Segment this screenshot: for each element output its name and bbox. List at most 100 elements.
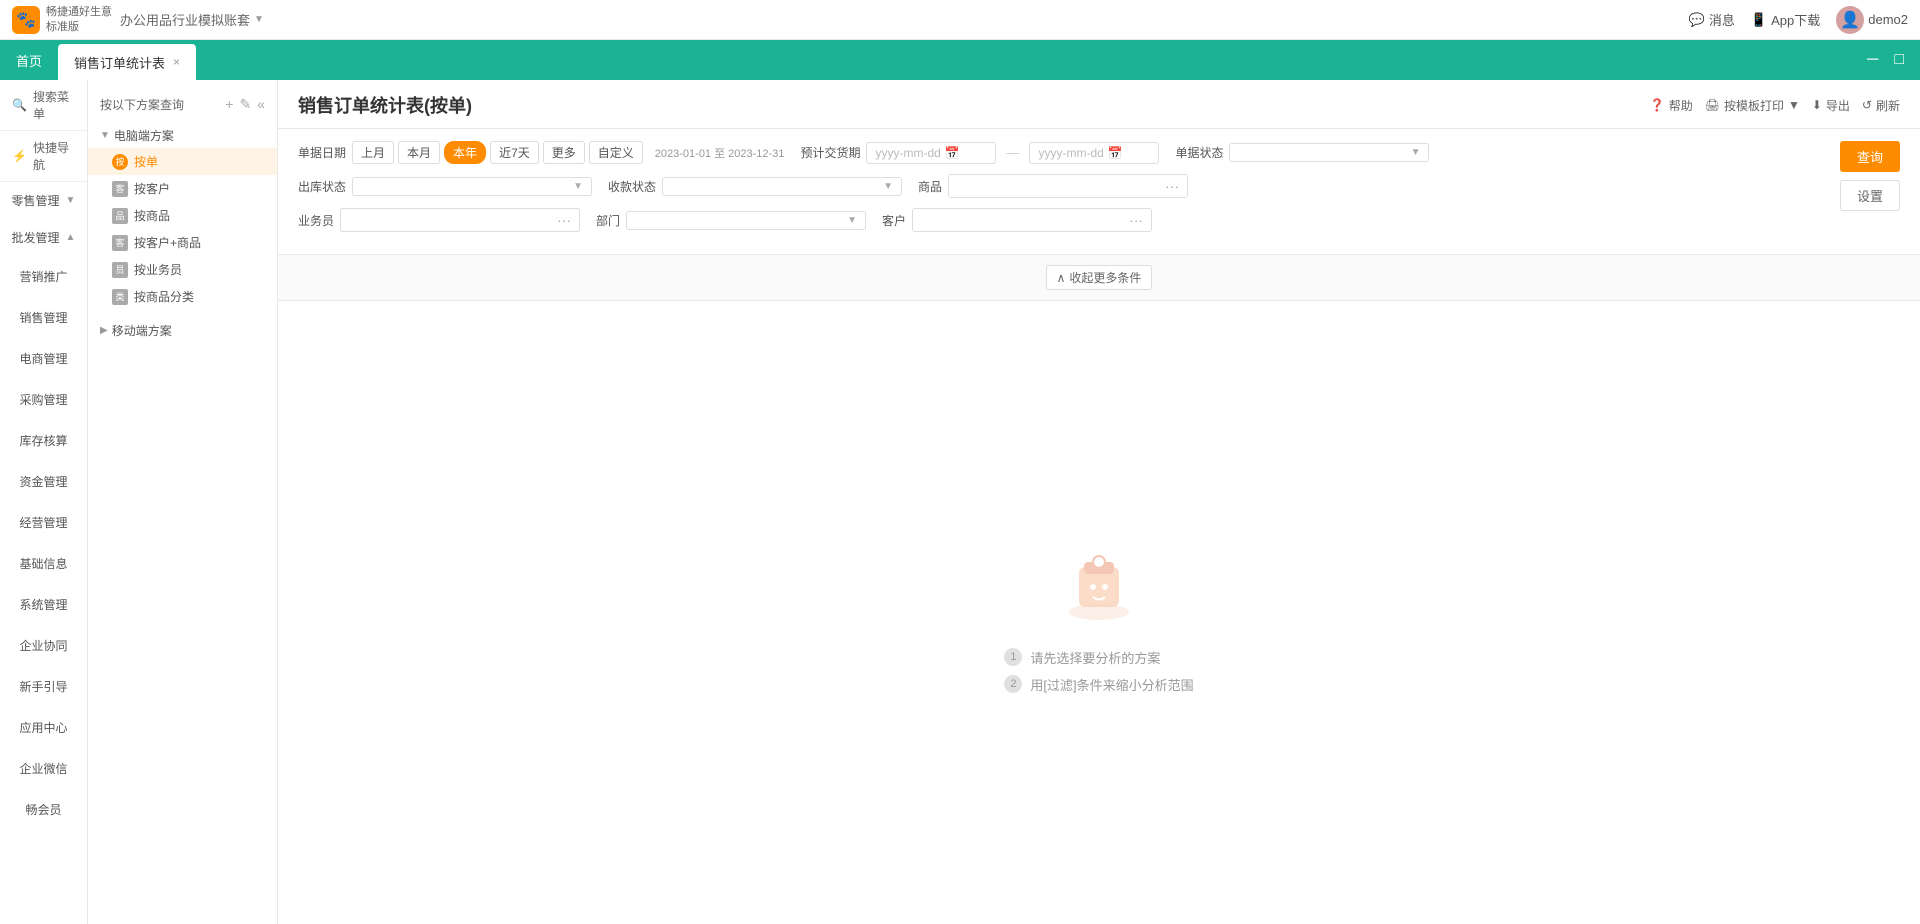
page-header-actions: ❓ 帮助 🖨 按模板打印 ▼ ⬇ 导出 ↺ 刷新 [1650, 97, 1900, 114]
page-title: 销售订单统计表(按单) [298, 92, 472, 118]
app-download-button[interactable]: 📱 App下载 [1751, 10, 1820, 29]
logo-icon: 🐾 [12, 6, 40, 34]
filter-area: 单据日期 上月 本月 本年 近7天 更多 自定义 2023-01-01 至 20… [278, 129, 1920, 255]
message-button[interactable]: 💬 消息 [1689, 10, 1735, 29]
dept-select[interactable]: ▼ [626, 211, 866, 230]
date-btn-this-month[interactable]: 本月 [398, 141, 440, 164]
customer-more-icon[interactable]: ··· [1129, 212, 1143, 228]
scheme-item-by-category[interactable]: 类 按商品分类 [88, 283, 277, 310]
filter-row-1: 单据日期 上月 本月 本年 近7天 更多 自定义 2023-01-01 至 20… [298, 141, 1824, 164]
date-btn-this-year[interactable]: 本年 [444, 141, 486, 164]
nav-icon: ⚡ [12, 149, 27, 163]
page-header: 销售订单统计表(按单) ❓ 帮助 🖨 按模板打印 ▼ ⬇ 导出 [278, 80, 1920, 129]
tab-sales-order[interactable]: 销售订单统计表 × [58, 44, 196, 80]
refresh-icon: ↺ [1862, 98, 1872, 112]
tab-maximize-button[interactable]: □ [1890, 47, 1908, 73]
group-expand-icon-mobile: ▶ [100, 325, 108, 336]
pc-scheme-group-title[interactable]: ▼ 电脑端方案 [88, 123, 277, 148]
date-btn-last-month[interactable]: 上月 [352, 141, 394, 164]
salesman-more-icon[interactable]: ··· [557, 212, 571, 228]
expected-date-label: 预计交货期 [800, 144, 860, 161]
collapse-icon: ∧ [1057, 271, 1066, 285]
sidebar-quick-nav[interactable]: ⚡ 快捷导航 [0, 131, 87, 182]
doc-status-label: 单据状态 [1175, 144, 1223, 161]
sidebar-item-operations[interactable]: 经营管理 [0, 502, 87, 543]
sidebar-item-finance[interactable]: 资金管理 [0, 461, 87, 502]
sidebar-item-enterprise-wechat[interactable]: 企业微信 [0, 748, 87, 789]
goods-label: 商品 [918, 178, 942, 195]
left-panel: 按以下方案查询 + ✎ « ▼ 电脑端方案 按 按单 客 [88, 80, 278, 924]
add-scheme-button[interactable]: + [225, 96, 233, 113]
sidebar-item-system[interactable]: 系统管理 [0, 584, 87, 625]
scheme-icon-circle: 按 [112, 154, 128, 170]
filter-row-3: 业务员 ··· 部门 ▼ [298, 208, 1824, 232]
expected-date-to[interactable]: yyyy-mm-dd 📅 [1029, 142, 1159, 164]
date-placeholder-from: yyyy-mm-dd [875, 146, 940, 160]
top-bar: 🐾 畅捷通好生意 标准版 办公用品行业模拟账套 ▼ 💬 消息 📱 App下载 👤… [0, 0, 1920, 40]
export-button[interactable]: ⬇ 导出 [1812, 97, 1850, 114]
sidebar-search[interactable]: 🔍 搜索菜单 [0, 80, 87, 131]
tab-bar: 首页 销售订单统计表 × ─ □ [0, 40, 1920, 80]
sidebar-item-retail[interactable]: 零售管理 ▼ [0, 182, 87, 219]
salesman-label: 业务员 [298, 212, 334, 229]
chevron-down-receive-icon: ▼ [883, 181, 893, 192]
scheme-item-by-salesman[interactable]: 员 按业务员 [88, 256, 277, 283]
goods-more-icon[interactable]: ··· [1165, 178, 1179, 194]
receive-status-select[interactable]: ▼ [662, 177, 902, 196]
message-icon: 💬 [1689, 12, 1705, 28]
sidebar-item-sales[interactable]: 销售管理 [0, 297, 87, 338]
collapse-more-button[interactable]: ∧ 收起更多条件 [1046, 265, 1153, 290]
scheme-item-by-customer-goods[interactable]: 客 按客户+商品 [88, 229, 277, 256]
scheme-item-by-customer[interactable]: 客 按客户 [88, 175, 277, 202]
sidebar-item-ecommerce[interactable]: 电商管理 [0, 338, 87, 379]
settings-button[interactable]: 设置 [1840, 180, 1900, 211]
collapse-row: ∧ 收起更多条件 [278, 255, 1920, 301]
tab-home[interactable]: 首页 [0, 40, 58, 80]
template-print-button[interactable]: 🖨 按模板打印 ▼ [1705, 97, 1800, 114]
search-icon: 🔍 [12, 98, 27, 112]
mobile-scheme-group-title[interactable]: ▶ 移动端方案 [88, 318, 277, 343]
date-btn-7days[interactable]: 近7天 [490, 141, 539, 164]
doc-status-select[interactable]: ▼ [1229, 143, 1429, 162]
user-profile[interactable]: 👤 demo2 [1836, 6, 1908, 34]
app-icon: 📱 [1751, 12, 1767, 28]
sidebar-item-enterprise-collab[interactable]: 企业协同 [0, 625, 87, 666]
tab-bar-actions: ─ □ [1863, 47, 1920, 73]
delivery-status-select[interactable]: ▼ [352, 177, 592, 196]
help-button[interactable]: ❓ 帮助 [1650, 97, 1693, 114]
tab-minimize-button[interactable]: ─ [1863, 47, 1882, 73]
edit-scheme-button[interactable]: ✎ [239, 96, 251, 113]
customer-input[interactable]: ··· [912, 208, 1152, 232]
date-filter: 单据日期 上月 本月 本年 近7天 更多 自定义 2023-01-01 至 20… [298, 141, 784, 164]
sidebar-item-newbie[interactable]: 新手引导 [0, 666, 87, 707]
pc-scheme-group: ▼ 电脑端方案 按 按单 客 按客户 品 按商品 客 按客户+商品 [88, 119, 277, 314]
filter-right-actions: 查询 设置 [1840, 141, 1900, 211]
sidebar-item-purchase[interactable]: 采购管理 [0, 379, 87, 420]
sidebar-item-member[interactable]: 畅会员 [0, 789, 87, 830]
sidebar-item-basic-info[interactable]: 基础信息 [0, 543, 87, 584]
print-icon: 🖨 [1705, 98, 1720, 112]
group-expand-icon: ▼ [100, 130, 110, 141]
refresh-button[interactable]: ↺ 刷新 [1862, 97, 1900, 114]
print-dropdown-icon: ▼ [1788, 98, 1800, 112]
collapse-panel-button[interactable]: « [257, 96, 265, 113]
top-bar-title[interactable]: 办公用品行业模拟账套 ▼ [120, 10, 264, 29]
scheme-icon-customer-goods: 客 [112, 235, 128, 251]
sidebar-item-app-center[interactable]: 应用中心 [0, 707, 87, 748]
expected-date-from[interactable]: yyyy-mm-dd 📅 [866, 142, 996, 164]
left-panel-header: 按以下方案查询 + ✎ « [88, 90, 277, 119]
logo-text: 畅捷通好生意 标准版 [46, 5, 112, 34]
goods-input[interactable]: ··· [948, 174, 1188, 198]
date-btn-custom[interactable]: 自定义 [589, 141, 643, 164]
scheme-icon-salesman: 员 [112, 262, 128, 278]
sidebar-item-inventory[interactable]: 库存核算 [0, 420, 87, 461]
query-button[interactable]: 查询 [1840, 141, 1900, 172]
date-btn-more[interactable]: 更多 [543, 141, 585, 164]
scheme-item-by-order[interactable]: 按 按单 [88, 148, 277, 175]
salesman-input[interactable]: ··· [340, 208, 580, 232]
sidebar-item-wholesale[interactable]: 批发管理 ▲ [0, 219, 87, 256]
sidebar-item-marketing[interactable]: 营销推广 [0, 256, 87, 297]
scheme-item-by-goods[interactable]: 品 按商品 [88, 202, 277, 229]
tab-close-icon[interactable]: × [173, 55, 180, 69]
date-btn-group: 上月 本月 本年 近7天 更多 自定义 [352, 141, 643, 164]
